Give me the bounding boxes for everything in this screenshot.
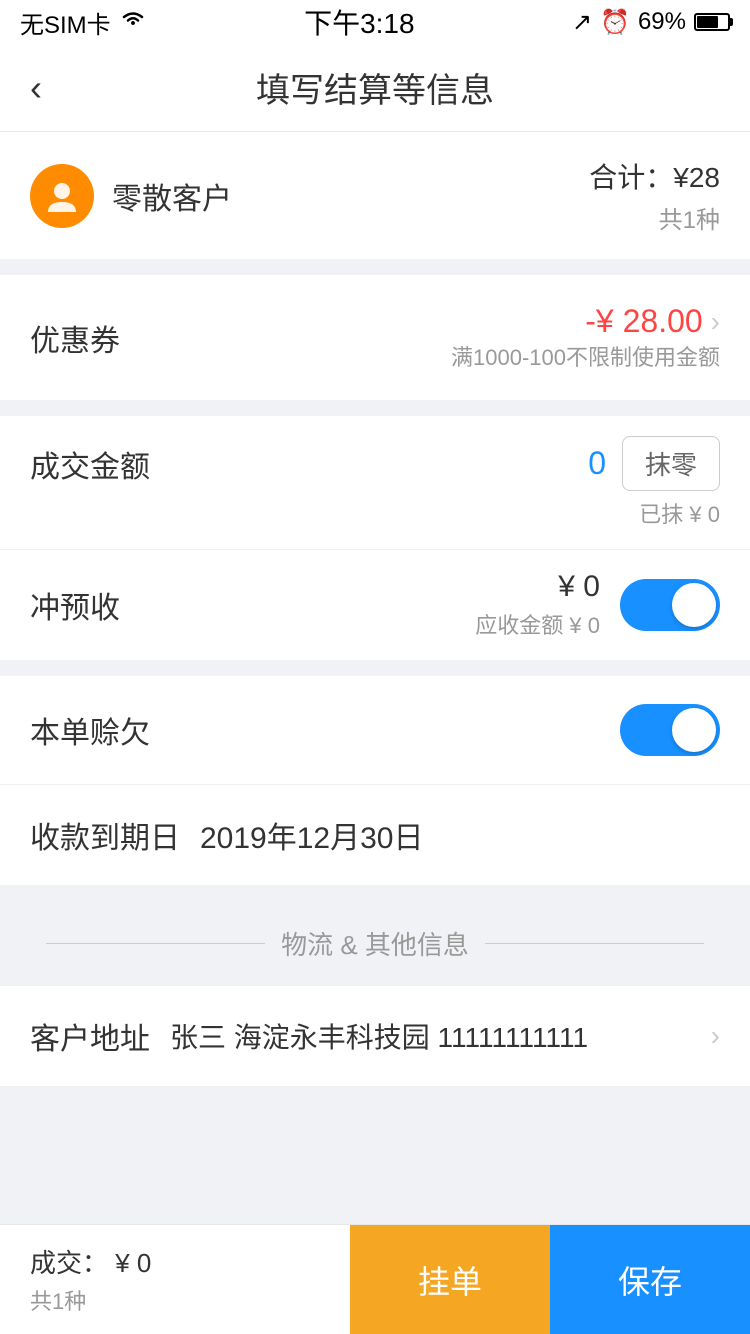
advance-label: 冲预收	[30, 583, 170, 627]
transaction-top: 成交金额 0 抹零	[30, 436, 720, 491]
advance-amounts: ¥ 0 应收金额 ¥ 0	[475, 570, 600, 640]
chevron-right-icon: ›	[711, 306, 720, 338]
logistics-header: 物流 & 其他信息	[0, 901, 750, 986]
address-row[interactable]: 客户地址 张三 海淀永丰科技园 11111111111 ›	[0, 986, 750, 1086]
save-button[interactable]: 保存	[550, 1225, 750, 1334]
bottom-summary: 成交： ¥ 0 共1种	[0, 1225, 350, 1334]
customer-totals: 合计：¥28 共1种	[589, 156, 720, 235]
coupon-row[interactable]: 优惠券 -¥ 28.00 › 满1000-100不限制使用金额	[0, 275, 750, 400]
transaction-value: 0	[588, 445, 606, 482]
total-amount: 合计：¥28	[589, 156, 720, 196]
advance-row: 冲预收 ¥ 0 应收金额 ¥ 0	[0, 550, 750, 660]
avatar	[30, 164, 94, 228]
wifi-icon	[119, 8, 147, 36]
alarm-icon: ⏰	[600, 8, 630, 37]
content: 零散客户 合计：¥28 共1种 优惠券 -¥ 28.00 › 满1000-100…	[0, 132, 750, 1206]
hang-button[interactable]: 挂单	[350, 1225, 550, 1334]
divider	[0, 885, 750, 901]
status-time: 下午3:18	[304, 2, 415, 42]
duedate-label: 收款到期日	[30, 813, 180, 857]
battery-percent: 69%	[638, 8, 686, 36]
transaction-section: 成交金额 0 抹零 已抹 ¥ 0 冲预收 ¥ 0 应收金额 ¥ 0	[0, 416, 750, 660]
coupon-right: -¥ 28.00 › 满1000-100不限制使用金额	[451, 303, 720, 372]
coupon-discount: -¥ 28.00	[585, 303, 702, 340]
coupon-label: 优惠券	[30, 316, 170, 360]
coupon-section: 优惠券 -¥ 28.00 › 满1000-100不限制使用金额	[0, 275, 750, 400]
transaction-amount-area: 0 抹零	[588, 436, 720, 491]
battery-icon	[694, 13, 730, 31]
credit-toggle[interactable]	[620, 704, 720, 756]
customer-left: 零散客户	[30, 164, 232, 228]
advance-amount: ¥ 0	[475, 570, 600, 604]
duedate-row: 收款到期日 2019年12月30日	[0, 784, 750, 885]
deal-amount: ¥ 0	[115, 1248, 151, 1278]
address-value: 张三 海淀永丰科技园 11111111111	[170, 1016, 703, 1056]
bottom-count: 共1种	[30, 1284, 320, 1316]
customer-row: 零散客户 合计：¥28 共1种	[0, 132, 750, 259]
logistics-title: 物流 & 其他信息	[281, 925, 469, 962]
deal-label: 成交：	[30, 1248, 108, 1278]
advance-right: ¥ 0 应收金额 ¥ 0	[475, 570, 720, 640]
advance-receivable: 应收金额 ¥ 0	[475, 608, 600, 640]
location-icon: ↗	[572, 8, 592, 37]
back-button[interactable]: ‹	[30, 67, 42, 109]
coupon-desc: 满1000-100不限制使用金额	[451, 340, 720, 372]
bottom-bar: 成交： ¥ 0 共1种 挂单 保存	[0, 1224, 750, 1334]
transaction-label: 成交金额	[30, 442, 170, 486]
status-right: ↗ ⏰ 69%	[572, 8, 730, 37]
status-left: 无SIM卡	[20, 5, 147, 40]
credit-label: 本单赊欠	[30, 708, 170, 752]
address-label: 客户地址	[30, 1014, 150, 1058]
credit-toggle-knob	[672, 708, 716, 752]
signal-text: 无SIM卡	[20, 5, 111, 40]
duedate-value: 2019年12月30日	[200, 813, 423, 857]
advance-toggle[interactable]	[620, 579, 720, 631]
nav-bar: ‹ 填写结算等信息	[0, 44, 750, 132]
transaction-row: 成交金额 0 抹零 已抹 ¥ 0	[0, 416, 750, 550]
credit-section: 本单赊欠 收款到期日 2019年12月30日	[0, 676, 750, 885]
page-title: 填写结算等信息	[256, 63, 494, 112]
deducted-label: 已抹 ¥ 0	[639, 497, 720, 529]
toggle-knob	[672, 583, 716, 627]
status-bar: 无SIM卡 下午3:18 ↗ ⏰ 69%	[0, 0, 750, 44]
credit-row: 本单赊欠	[0, 676, 750, 784]
total-count: 共1种	[589, 200, 720, 235]
bottom-deal: 成交： ¥ 0	[30, 1243, 320, 1280]
round-button[interactable]: 抹零	[622, 436, 720, 491]
address-chevron-icon: ›	[711, 1020, 720, 1052]
transaction-deducted: 已抹 ¥ 0	[30, 497, 720, 529]
customer-name: 零散客户	[112, 174, 232, 218]
